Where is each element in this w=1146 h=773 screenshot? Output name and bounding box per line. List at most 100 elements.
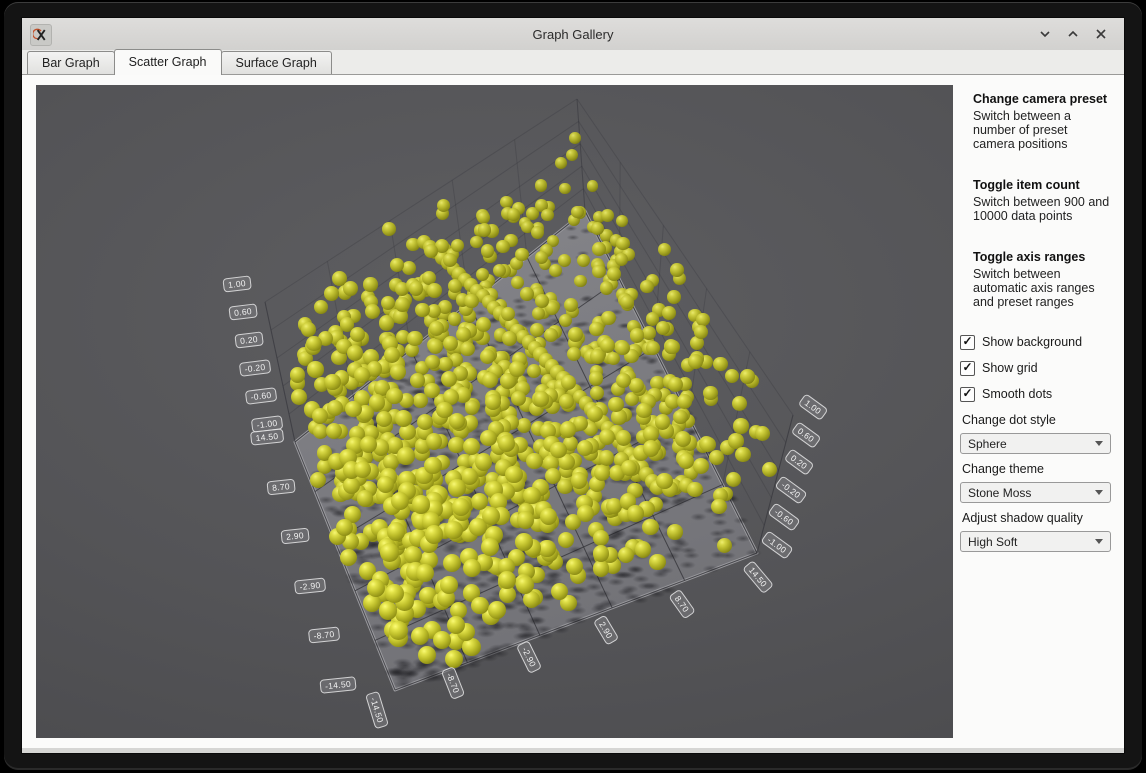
data-point[interactable]	[640, 279, 654, 294]
data-point[interactable]	[629, 328, 645, 343]
data-point[interactable]	[389, 364, 406, 381]
data-point[interactable]	[291, 389, 307, 405]
data-point[interactable]	[460, 341, 475, 357]
data-point[interactable]	[378, 315, 395, 331]
data-point[interactable]	[565, 558, 583, 576]
data-point[interactable]	[307, 361, 324, 378]
data-point[interactable]	[570, 472, 588, 489]
data-point[interactable]	[592, 264, 606, 279]
data-point[interactable]	[383, 346, 400, 363]
data-point[interactable]	[417, 413, 433, 430]
data-point[interactable]	[484, 393, 501, 410]
data-point[interactable]	[389, 257, 405, 273]
data-point[interactable]	[423, 244, 438, 258]
data-point[interactable]	[674, 430, 691, 447]
tab-bar-graph[interactable]: Bar Graph	[27, 51, 115, 74]
checkbox-show-background[interactable]: ✓ Show background	[960, 334, 1130, 350]
data-point[interactable]	[713, 356, 728, 371]
checkbox-box[interactable]: ✓	[960, 334, 975, 350]
data-point[interactable]	[442, 335, 459, 351]
data-point[interactable]	[515, 533, 533, 551]
data-point[interactable]	[342, 477, 360, 494]
data-point[interactable]	[627, 505, 644, 522]
data-point[interactable]	[563, 297, 578, 312]
data-point[interactable]	[395, 409, 412, 427]
data-point[interactable]	[530, 226, 544, 240]
data-point[interactable]	[477, 223, 492, 237]
data-point[interactable]	[426, 433, 443, 450]
data-point[interactable]	[464, 400, 480, 415]
data-point[interactable]	[700, 436, 716, 453]
data-point[interactable]	[347, 344, 364, 361]
data-point[interactable]	[590, 221, 604, 235]
data-point[interactable]	[324, 285, 339, 301]
data-point[interactable]	[634, 541, 652, 558]
data-point[interactable]	[480, 429, 497, 447]
data-point[interactable]	[570, 205, 584, 219]
data-point[interactable]	[464, 293, 479, 308]
data-point[interactable]	[592, 242, 606, 256]
data-point[interactable]	[432, 630, 452, 649]
data-point[interactable]	[656, 472, 673, 489]
data-point[interactable]	[423, 456, 442, 475]
data-point[interactable]	[385, 584, 404, 603]
data-point[interactable]	[670, 263, 684, 277]
shadow-quality-select[interactable]: High Soft	[960, 531, 1111, 552]
data-point[interactable]	[505, 465, 523, 484]
data-point[interactable]	[574, 274, 587, 288]
data-point[interactable]	[515, 247, 529, 262]
data-point[interactable]	[576, 504, 594, 522]
data-point[interactable]	[599, 281, 614, 295]
data-point[interactable]	[665, 339, 680, 355]
data-point[interactable]	[667, 524, 683, 540]
checkbox-smooth-dots[interactable]: ✓ Smooth dots	[960, 386, 1130, 402]
data-point[interactable]	[349, 327, 365, 343]
data-point[interactable]	[598, 428, 615, 445]
data-point[interactable]	[661, 305, 676, 321]
close-button[interactable]	[1090, 23, 1112, 45]
data-point[interactable]	[446, 615, 466, 634]
data-point[interactable]	[364, 304, 380, 320]
data-point[interactable]	[566, 148, 579, 161]
data-point[interactable]	[687, 481, 703, 498]
data-point[interactable]	[500, 306, 515, 321]
data-point[interactable]	[540, 208, 554, 222]
data-point[interactable]	[395, 297, 411, 312]
dot-style-select[interactable]: Sphere	[960, 433, 1111, 454]
data-point[interactable]	[615, 430, 632, 446]
data-point[interactable]	[601, 310, 616, 325]
data-point[interactable]	[535, 293, 550, 308]
data-point[interactable]	[589, 322, 604, 337]
data-point[interactable]	[703, 385, 718, 401]
data-point[interactable]	[559, 421, 576, 438]
data-point[interactable]	[409, 373, 425, 388]
data-point[interactable]	[502, 331, 517, 346]
data-point[interactable]	[481, 371, 498, 388]
data-point[interactable]	[676, 393, 692, 410]
data-point[interactable]	[411, 495, 430, 514]
data-point[interactable]	[301, 321, 317, 337]
data-point[interactable]	[614, 252, 629, 267]
data-point[interactable]	[755, 425, 771, 441]
data-point[interactable]	[436, 401, 453, 419]
data-point[interactable]	[636, 402, 652, 419]
data-point[interactable]	[375, 410, 392, 427]
data-point[interactable]	[678, 452, 695, 469]
data-point[interactable]	[481, 506, 500, 525]
tab-surface-graph[interactable]: Surface Graph	[220, 51, 332, 74]
data-point[interactable]	[342, 281, 358, 296]
data-point[interactable]	[424, 525, 444, 544]
data-point[interactable]	[586, 180, 599, 192]
data-point[interactable]	[535, 179, 548, 192]
checkbox-box[interactable]: ✓	[960, 360, 975, 376]
data-point[interactable]	[359, 435, 377, 454]
data-point[interactable]	[568, 132, 581, 144]
data-point[interactable]	[608, 396, 624, 413]
data-point[interactable]	[667, 290, 681, 304]
data-point[interactable]	[668, 376, 683, 392]
data-point[interactable]	[649, 553, 666, 570]
data-point[interactable]	[598, 450, 615, 466]
data-point[interactable]	[353, 366, 370, 383]
data-point[interactable]	[735, 446, 751, 463]
data-point[interactable]	[498, 571, 516, 589]
